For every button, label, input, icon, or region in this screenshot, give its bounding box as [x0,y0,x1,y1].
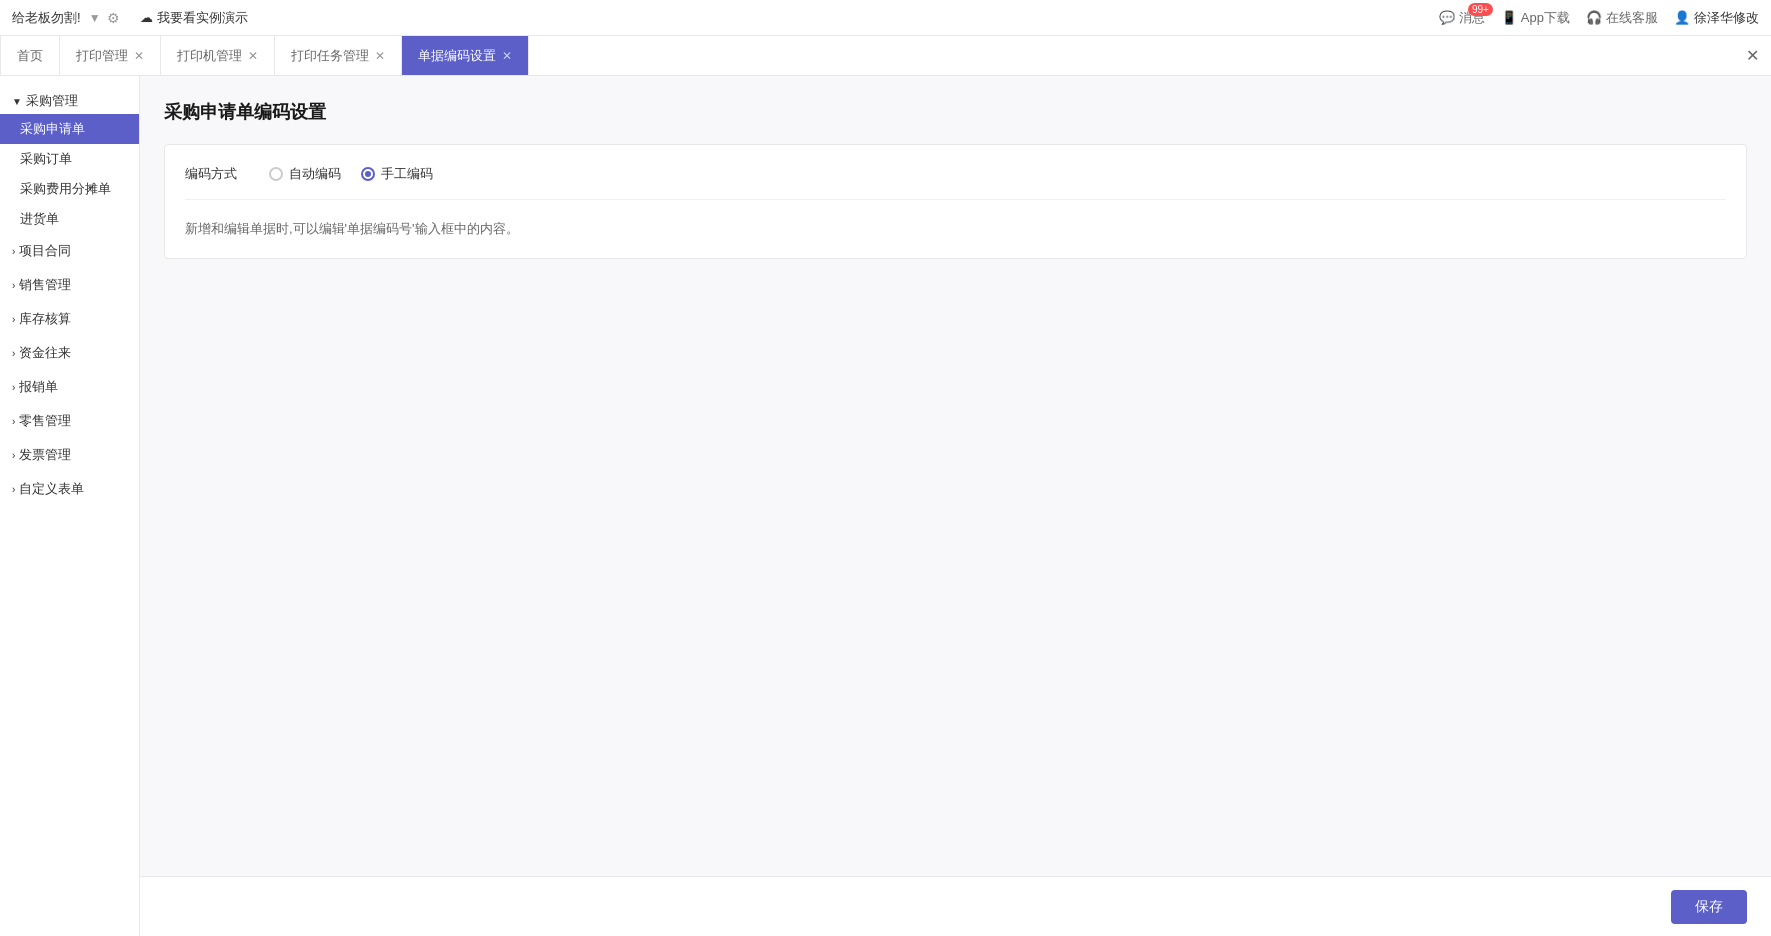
encoding-label: 编码方式 [185,165,237,183]
radio-manual-encoding[interactable]: 手工编码 [361,165,433,183]
gear-icon[interactable]: ⚙ [107,10,120,26]
tab-print-mgmt-label: 打印管理 [76,47,128,65]
arrow-right-icon-5: › [12,382,15,393]
layout: ▼ 采购管理 采购申请单 采购订单 采购费用分摊单 进货单 › 项目合同 › 销… [0,76,1771,936]
arrow-right-icon-6: › [12,416,15,427]
tab-print-mgmt[interactable]: 打印管理 ✕ [60,36,161,75]
sidebar-group-inventory[interactable]: › 库存核算 [0,302,139,336]
tab-printer-mgmt-close[interactable]: ✕ [248,49,258,63]
content-area: 采购申请单编码设置 编码方式 自动编码 手工编码 [140,76,1771,876]
main-content: 采购申请单编码设置 编码方式 自动编码 手工编码 [140,76,1771,936]
tab-bar-end: ✕ [1734,46,1771,65]
window-close-btn[interactable]: ✕ [1746,46,1759,65]
sidebar-item-purchase-request[interactable]: 采购申请单 [0,114,139,144]
top-bar-icons: ▼ ⚙ [89,10,120,26]
tab-printer-mgmt-label: 打印机管理 [177,47,242,65]
arrow-right-icon-4: › [12,348,15,359]
tab-printer-mgmt[interactable]: 打印机管理 ✕ [161,36,275,75]
arrow-right-icon: › [12,246,15,257]
encoding-radio-group: 自动编码 手工编码 [269,165,433,183]
arrow-right-icon-8: › [12,484,15,495]
top-bar: 给老板勿割! ▼ ⚙ ☁ 我要看实例演示 💬 消息 99+ 📱 App下载 🎧 … [0,0,1771,36]
arrow-right-icon-2: › [12,280,15,291]
phone-icon: 📱 [1501,10,1517,25]
sidebar-item-purchase-order[interactable]: 采购订单 [0,144,139,174]
sidebar-group-purchase[interactable]: ▼ 采购管理 [0,84,139,114]
demo-button[interactable]: ☁ 我要看实例演示 [140,9,248,27]
sidebar-group-finance[interactable]: › 资金往来 [0,336,139,370]
sidebar-group-project[interactable]: › 项目合同 [0,234,139,268]
tab-print-task-label: 打印任务管理 [291,47,369,65]
hint-text: 新增和编辑单据时,可以编辑'单据编码号'输入框中的内容。 [185,220,1726,238]
sidebar-group-return[interactable]: › 报销单 [0,370,139,404]
tab-home-label: 首页 [17,47,43,65]
sidebar-group-invoice[interactable]: › 发票管理 [0,438,139,472]
message-badge: 99+ [1468,3,1493,16]
radio-manual-label: 手工编码 [381,165,433,183]
sidebar-group-retail[interactable]: › 零售管理 [0,404,139,438]
radio-auto-circle [269,167,283,181]
sidebar: ▼ 采购管理 采购申请单 采购订单 采购费用分摊单 进货单 › 项目合同 › 销… [0,76,140,936]
tab-home[interactable]: 首页 [0,36,60,75]
app-title: 给老板勿割! [12,9,81,27]
arrow-right-icon-7: › [12,450,15,461]
dropdown-icon[interactable]: ▼ [89,11,101,25]
radio-manual-circle [361,167,375,181]
app-download-button[interactable]: 📱 App下载 [1501,9,1570,27]
sidebar-item-stock-in[interactable]: 进货单 [0,204,139,234]
sidebar-item-purchase-expense[interactable]: 采购费用分摊单 [0,174,139,204]
page-title: 采购申请单编码设置 [164,100,1747,124]
message-icon: 💬 [1439,10,1455,25]
tab-bar: 首页 打印管理 ✕ 打印机管理 ✕ 打印任务管理 ✕ 单据编码设置 ✕ ✕ [0,36,1771,76]
arrow-right-icon-3: › [12,314,15,325]
tab-print-task-close[interactable]: ✕ [375,49,385,63]
message-button[interactable]: 💬 消息 99+ [1439,9,1485,27]
user-menu[interactable]: 👤 徐泽华修改 [1674,9,1759,27]
encoding-section-card: 编码方式 自动编码 手工编码 新增和编辑单据时,可 [164,144,1747,259]
arrow-down-icon: ▼ [12,96,22,107]
tab-doc-code-close[interactable]: ✕ [502,49,512,63]
tab-print-task[interactable]: 打印任务管理 ✕ [275,36,402,75]
tab-doc-code[interactable]: 单据编码设置 ✕ [402,36,529,75]
avatar-icon: 👤 [1674,10,1690,25]
sidebar-group-sales[interactable]: › 销售管理 [0,268,139,302]
headset-icon: 🎧 [1586,10,1602,25]
top-bar-right: 💬 消息 99+ 📱 App下载 🎧 在线客服 👤 徐泽华修改 [1439,9,1759,27]
cloud-icon: ☁ [140,10,153,25]
footer: 保存 [140,876,1771,936]
encoding-method-row: 编码方式 自动编码 手工编码 [185,165,1726,200]
sidebar-group-custom[interactable]: › 自定义表单 [0,472,139,506]
radio-auto-label: 自动编码 [289,165,341,183]
save-button[interactable]: 保存 [1671,890,1747,924]
top-bar-left: 给老板勿割! ▼ ⚙ ☁ 我要看实例演示 [12,9,248,27]
online-service-button[interactable]: 🎧 在线客服 [1586,9,1658,27]
tab-print-mgmt-close[interactable]: ✕ [134,49,144,63]
tab-doc-code-label: 单据编码设置 [418,47,496,65]
radio-auto-encoding[interactable]: 自动编码 [269,165,341,183]
